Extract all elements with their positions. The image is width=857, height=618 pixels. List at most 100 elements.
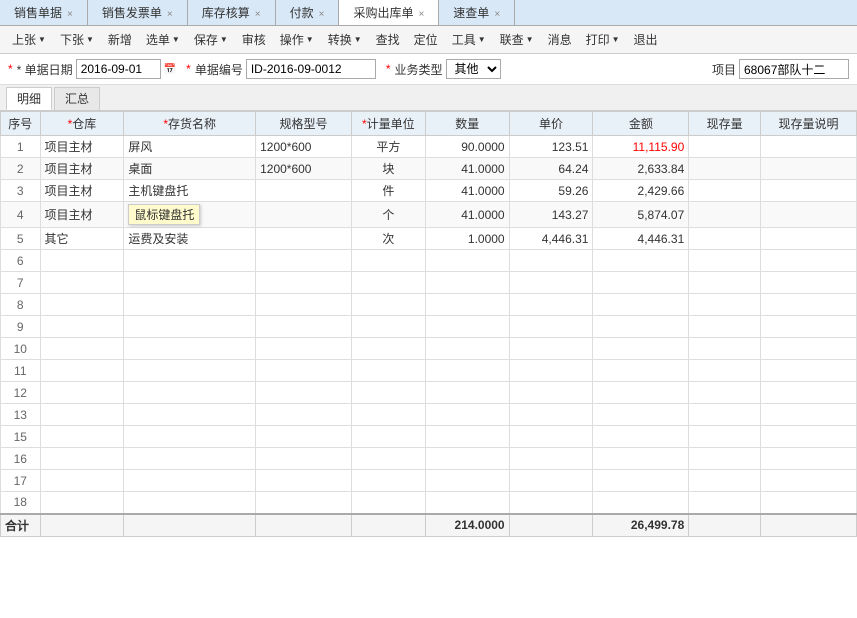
code-label: * (186, 62, 191, 76)
table-row[interactable]: 3项目主材主机键盘托件41.000059.262,429.66 (1, 180, 857, 202)
cell-amount[interactable]: 11,115.90 (593, 136, 689, 158)
type-field-name: 业务类型 (395, 61, 443, 78)
footer-qty: 214.0000 (425, 514, 509, 537)
cell-stock-note[interactable] (761, 180, 857, 202)
cell-stock-note[interactable] (761, 158, 857, 180)
cell-goods[interactable]: 鼠标键盘托 (124, 202, 256, 228)
cell-stock[interactable] (689, 202, 761, 228)
cell-qty[interactable]: 41.0000 (425, 180, 509, 202)
tab-close-icon[interactable]: × (418, 9, 424, 20)
code-input[interactable] (246, 59, 376, 79)
cell-amount[interactable]: 5,874.07 (593, 202, 689, 228)
cell-price[interactable]: 64.24 (509, 158, 593, 180)
code-field-name: 单据编号 (195, 61, 243, 78)
cell-stock[interactable] (689, 180, 761, 202)
cell-stock-note[interactable] (761, 228, 857, 250)
cell-amount[interactable]: 2,429.66 (593, 180, 689, 202)
table-header-row: 序号 *仓库 *存货名称 规格型号 *计量单位 数量 单价 金额 现存量 现存量… (1, 112, 857, 136)
calendar-icon[interactable]: 📅 (164, 64, 176, 75)
tab-速查单[interactable]: 速查单× (439, 0, 515, 25)
toolbar-btn-转换[interactable]: 转换▼ (322, 29, 368, 50)
table-row[interactable]: 2项目主材桌面1200*600块41.000064.242,633.84 (1, 158, 857, 180)
cell-qty[interactable]: 41.0000 (425, 158, 509, 180)
th-price: 单价 (509, 112, 593, 136)
cell-amount[interactable]: 4,446.31 (593, 228, 689, 250)
date-label: * (8, 62, 13, 76)
cell-warehouse[interactable]: 项目主材 (40, 180, 124, 202)
toolbar-btn-操作[interactable]: 操作▼ (274, 29, 320, 50)
cell-goods[interactable]: 运费及安装 (124, 228, 256, 250)
toolbar-btn-工具[interactable]: 工具▼ (446, 29, 492, 50)
tab-close-icon[interactable]: × (319, 9, 325, 20)
tab-销售单据[interactable]: 销售单据× (0, 0, 88, 25)
cell-qty[interactable]: 41.0000 (425, 202, 509, 228)
cell-goods[interactable]: 主机键盘托 (124, 180, 256, 202)
toolbar-btn-打印[interactable]: 打印▼ (580, 29, 626, 50)
table-row-empty: 15 (1, 426, 857, 448)
cell-unit[interactable]: 块 (351, 158, 425, 180)
cell-goods[interactable]: 桌面 (124, 158, 256, 180)
cell-stock-note[interactable] (761, 136, 857, 158)
cell-warehouse[interactable]: 项目主材 (40, 158, 124, 180)
tab-采购出库单[interactable]: 采购出库单× (339, 0, 439, 26)
tab-detail[interactable]: 明细 (6, 87, 52, 110)
dropdown-arrow-icon: ▼ (306, 35, 314, 44)
dropdown-arrow-icon: ▼ (86, 35, 94, 44)
table-row-empty: 16 (1, 448, 857, 470)
cell-price[interactable]: 143.27 (509, 202, 593, 228)
date-input[interactable] (76, 59, 161, 79)
tab-销售发票单[interactable]: 销售发票单× (88, 0, 188, 25)
toolbar-btn-查找[interactable]: 查找 (370, 29, 406, 50)
toolbar-btn-定位[interactable]: 定位 (408, 29, 444, 50)
cell-stock[interactable] (689, 158, 761, 180)
cell-spec[interactable]: 1200*600 (256, 136, 352, 158)
cell-warehouse[interactable]: 项目主材 (40, 136, 124, 158)
toolbar-btn-退出[interactable]: 退出 (628, 29, 664, 50)
cell-goods[interactable]: 屏风 (124, 136, 256, 158)
table-row-empty: 8 (1, 294, 857, 316)
cell-price[interactable]: 59.26 (509, 180, 593, 202)
type-select[interactable]: 其他 (446, 59, 501, 79)
toolbar-btn-新增[interactable]: 新增 (102, 29, 138, 50)
cell-stock[interactable] (689, 228, 761, 250)
cell-warehouse[interactable]: 项目主材 (40, 202, 124, 228)
tab-付款[interactable]: 付款× (276, 0, 340, 25)
project-input[interactable] (739, 59, 849, 79)
cell-price[interactable]: 123.51 (509, 136, 593, 158)
cell-amount[interactable]: 2,633.84 (593, 158, 689, 180)
tabs-bar: 销售单据×销售发票单×库存核算×付款×采购出库单×速查单× (0, 0, 857, 26)
cell-stock-note[interactable] (761, 202, 857, 228)
cell-spec[interactable] (256, 202, 352, 228)
table-row[interactable]: 4项目主材鼠标键盘托个41.0000143.275,874.07 (1, 202, 857, 228)
th-seq: 序号 (1, 112, 41, 136)
th-stock-note: 现存量说明 (761, 112, 857, 136)
toolbar-btn-联查[interactable]: 联查▼ (494, 29, 540, 50)
cell-unit[interactable]: 次 (351, 228, 425, 250)
cell-spec[interactable] (256, 180, 352, 202)
toolbar-btn-消息[interactable]: 消息 (542, 29, 578, 50)
cell-unit[interactable]: 个 (351, 202, 425, 228)
tab-close-icon[interactable]: × (255, 9, 261, 20)
toolbar-btn-选单[interactable]: 选单▼ (140, 29, 186, 50)
tab-close-icon[interactable]: × (494, 9, 500, 20)
cell-qty[interactable]: 1.0000 (425, 228, 509, 250)
toolbar-btn-下张[interactable]: 下张▼ (54, 29, 100, 50)
cell-spec[interactable]: 1200*600 (256, 158, 352, 180)
tab-close-icon[interactable]: × (167, 9, 173, 20)
toolbar-btn-上张[interactable]: 上张▼ (6, 29, 52, 50)
cell-warehouse[interactable]: 其它 (40, 228, 124, 250)
cell-unit[interactable]: 件 (351, 180, 425, 202)
tab-库存核算[interactable]: 库存核算× (188, 0, 276, 25)
cell-stock[interactable] (689, 136, 761, 158)
tab-summary[interactable]: 汇总 (54, 87, 100, 110)
table-row[interactable]: 5其它运费及安装次1.00004,446.314,446.31 (1, 228, 857, 250)
table-row[interactable]: 1项目主材屏风1200*600平方90.0000123.5111,115.90 (1, 136, 857, 158)
tab-close-icon[interactable]: × (67, 9, 73, 20)
dropdown-arrow-icon: ▼ (38, 35, 46, 44)
cell-price[interactable]: 4,446.31 (509, 228, 593, 250)
cell-spec[interactable] (256, 228, 352, 250)
cell-unit[interactable]: 平方 (351, 136, 425, 158)
cell-qty[interactable]: 90.0000 (425, 136, 509, 158)
toolbar-btn-审核[interactable]: 审核 (236, 29, 272, 50)
toolbar-btn-保存[interactable]: 保存▼ (188, 29, 234, 50)
